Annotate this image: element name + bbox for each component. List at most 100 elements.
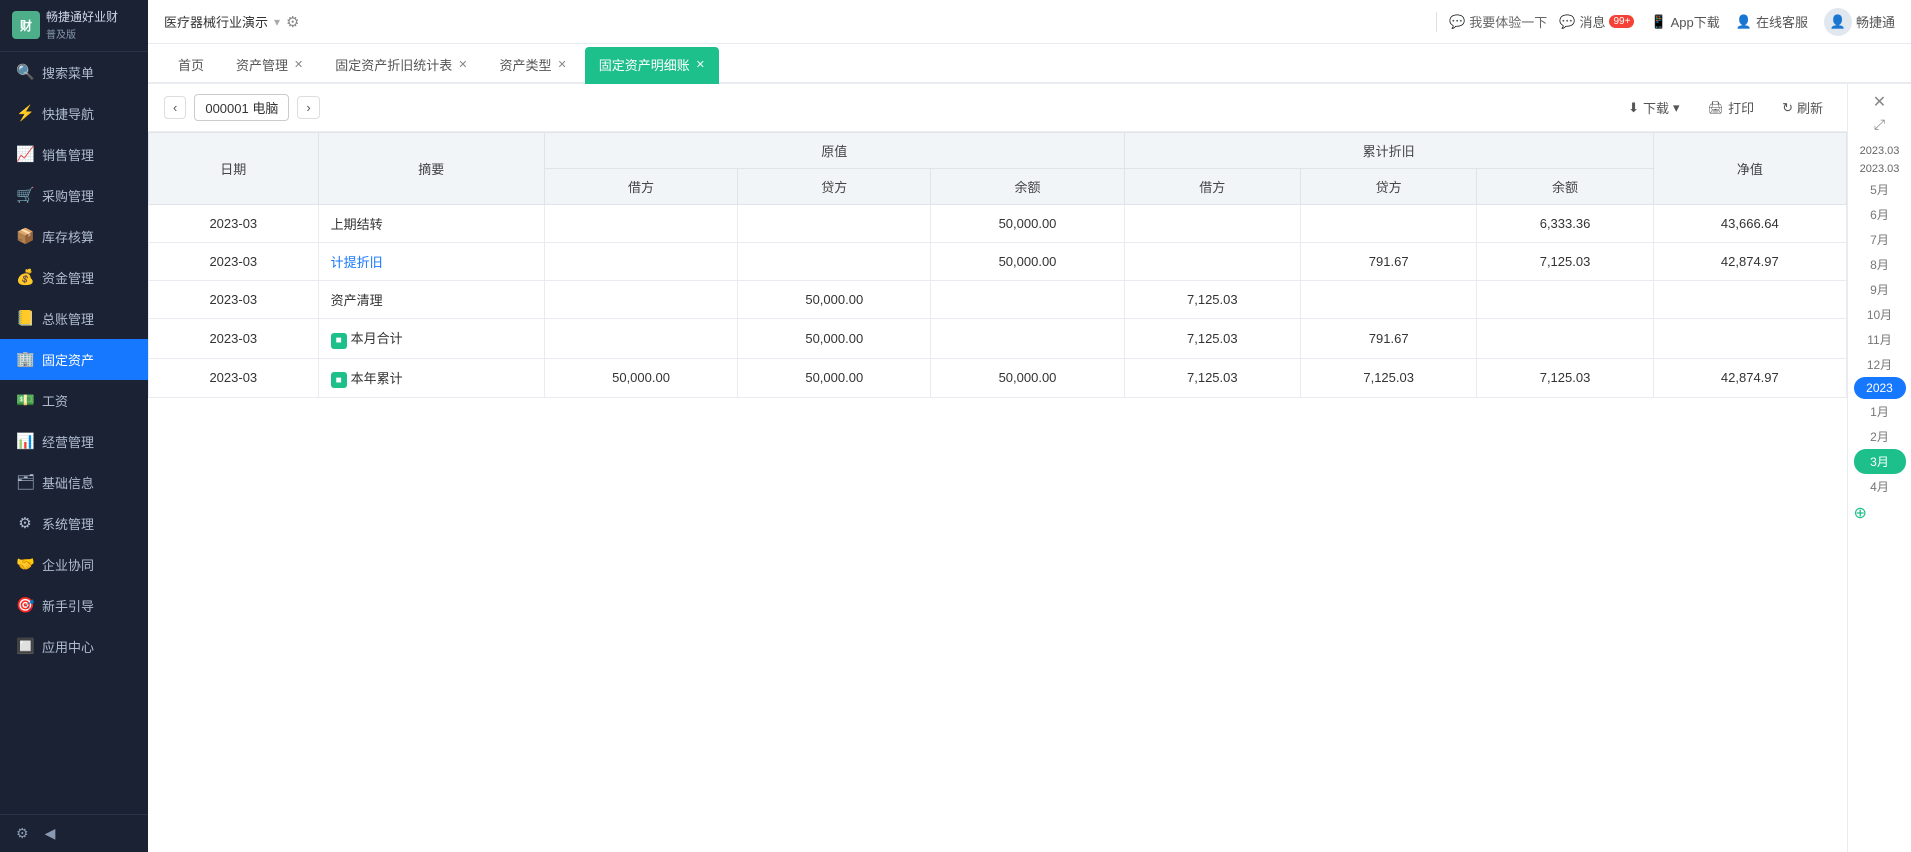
timeline-year-2023[interactable]: 2023 <box>1854 377 1906 399</box>
cell-desc: 计提折旧 <box>318 243 544 281</box>
tab-label-depreciation-stats: 固定资产折旧统计表 <box>335 55 452 74</box>
cell-ljzj-ye <box>1477 281 1653 319</box>
tab-asset-mgmt[interactable]: 资产管理✕ <box>222 47 317 84</box>
service-icon: 👤 <box>1736 14 1752 30</box>
title-chevron-icon[interactable]: ▾ <box>274 15 280 29</box>
sidebar-item-basic-info[interactable]: 🗂基础信息 <box>0 462 148 503</box>
cell-ljzj-ye: 7,125.03 <box>1477 243 1653 281</box>
download-btn[interactable]: ⬇ 下载 ▾ <box>1620 94 1687 121</box>
timeline-arrow-down[interactable]: ⊕ <box>1854 503 1906 523</box>
cell-date: 2023-03 <box>149 243 319 281</box>
timeline-month-9月[interactable]: 9月 <box>1854 277 1906 302</box>
sidebar-icon-inventory: 📦 <box>16 227 34 245</box>
cell-desc: ■本月合计 <box>318 319 544 359</box>
timeline-month-8月[interactable]: 8月 <box>1854 252 1906 277</box>
sidebar-label-capital: 资金管理 <box>42 268 94 287</box>
sidebar-label-enterprise: 企业协同 <box>42 555 94 574</box>
next-asset-btn[interactable]: › <box>297 96 319 119</box>
download-label: App下载 <box>1671 12 1720 31</box>
print-btn[interactable]: 🖨 打印 <box>1700 94 1763 121</box>
ledger-table: 日期 摘要 原值 累计折旧 净值 借方 贷方 余额 借方 贷方 余额 <box>148 132 1847 398</box>
notification-btn[interactable]: 💬 消息 99+ <box>1559 12 1634 31</box>
tab-close-asset-type[interactable]: ✕ <box>558 58 567 71</box>
topbar-title-area: 医疗器械行业演示 ▾ ⚙ <box>164 12 1424 31</box>
timeline-month-5月[interactable]: 5月 <box>1854 177 1906 202</box>
tab-depreciation-stats[interactable]: 固定资产折旧统计表 ✕ <box>321 47 481 84</box>
col-ljzj-ye: 余额 <box>1477 169 1653 205</box>
col-yz-df: 贷方 <box>738 169 931 205</box>
topbar-gear-icon[interactable]: ⚙ <box>286 13 299 31</box>
tab-close-asset-ledger[interactable]: ✕ <box>696 58 705 71</box>
download-icon: ⬇ <box>1628 100 1639 116</box>
tab-home[interactable]: 首页 <box>164 47 218 84</box>
sidebar-item-inventory[interactable]: 📦库存核算 <box>0 216 148 257</box>
asset-toolbar: ‹ 000001 电脑 › ⬇ 下载 ▾ 🖨 打印 ↻ 刷新 <box>148 84 1847 132</box>
cell-yz-ye <box>931 319 1124 359</box>
table-row: 2023-03 ■本月合计 50,000.00 7,125.03 791.67 <box>149 319 1847 359</box>
sidebar-item-sales[interactable]: 📈销售管理 <box>0 134 148 175</box>
timeline-month-2023-2月[interactable]: 2月 <box>1854 424 1906 449</box>
timeline-month-11月[interactable]: 11月 <box>1854 327 1906 352</box>
timeline-month-12月[interactable]: 12月 <box>1854 352 1906 377</box>
topbar-right: 💬 消息 99+ 📱 App下载 👤 在线客服 👤 畅捷通 <box>1559 8 1895 36</box>
cell-yz-df <box>738 243 931 281</box>
logo-icon: 财 <box>12 11 40 39</box>
cell-yz-df: 50,000.00 <box>738 319 931 359</box>
prev-asset-btn[interactable]: ‹ <box>164 96 186 119</box>
sidebar-bottom: ⚙ ◀ <box>0 814 148 852</box>
sidebar-icon-enterprise: 🤝 <box>16 555 34 573</box>
experience-btn[interactable]: 💬 我要体验一下 <box>1449 12 1547 31</box>
sidebar-item-operation[interactable]: 📊经营管理 <box>0 421 148 462</box>
sidebar-label-purchase: 采购管理 <box>42 186 94 205</box>
timeline-month-2023-4月[interactable]: 4月 <box>1854 474 1906 499</box>
sidebar-icon-quick-nav: ⚡ <box>16 104 34 122</box>
topbar-divider <box>1436 12 1437 32</box>
timeline-month-10月[interactable]: 10月 <box>1854 302 1906 327</box>
cell-ljzj-ye <box>1477 319 1653 359</box>
sidebar-item-app-center[interactable]: 🔲应用中心 <box>0 626 148 667</box>
sidebar-item-enterprise[interactable]: 🤝 企业协同 <box>0 544 148 585</box>
tab-asset-type[interactable]: 资产类型✕ <box>485 47 580 84</box>
sidebar-item-capital[interactable]: 💰资金管理 <box>0 257 148 298</box>
sidebar-label-salary: 工资 <box>42 391 68 410</box>
sidebar-item-fixed-assets[interactable]: 🏢固定资产 <box>0 339 148 380</box>
timeline-expand-icon[interactable]: ⤢ <box>1874 116 1885 133</box>
timeline-month-6月[interactable]: 6月 <box>1854 202 1906 227</box>
toolbar-right-actions: ⬇ 下载 ▾ 🖨 打印 ↻ 刷新 <box>1620 94 1831 121</box>
company-title: 医疗器械行业演示 <box>164 12 268 31</box>
sidebar-item-system[interactable]: ⚙系统管理 <box>0 503 148 544</box>
refresh-btn[interactable]: ↻ 刷新 <box>1774 94 1831 121</box>
timeline-close-icon[interactable]: ✕ <box>1873 92 1886 112</box>
service-btn[interactable]: 👤 在线客服 <box>1736 12 1808 31</box>
col-jingzhi: 净值 <box>1653 133 1846 205</box>
sidebar-item-purchase[interactable]: 🛒采购管理 <box>0 175 148 216</box>
tab-close-depreciation-stats[interactable]: ✕ <box>458 58 467 71</box>
collapse-icon[interactable]: ◀ <box>45 825 56 842</box>
sidebar-item-salary[interactable]: 💵工资 <box>0 380 148 421</box>
sidebar-item-quick-nav[interactable]: ⚡快捷导航 <box>0 93 148 134</box>
sidebar-nav: 🔍搜索菜单⚡快捷导航📈销售管理🛒采购管理📦库存核算💰资金管理📒总账管理🏢固定资产… <box>0 52 148 814</box>
download-btn[interactable]: 📱 App下载 <box>1650 12 1719 31</box>
sidebar: 财 畅捷通好业财 普及版 🔍搜索菜单⚡快捷导航📈销售管理🛒采购管理📦库存核算💰资… <box>0 0 148 852</box>
tab-asset-ledger[interactable]: 固定资产明细账✕ <box>585 47 719 84</box>
col-ljzj-df: 贷方 <box>1300 169 1476 205</box>
cell-yz-jf: 50,000.00 <box>544 358 737 398</box>
timeline-month-7月[interactable]: 7月 <box>1854 227 1906 252</box>
cell-yz-ye: 50,000.00 <box>931 205 1124 243</box>
sidebar-item-search[interactable]: 🔍搜索菜单 <box>0 52 148 93</box>
cell-yz-ye: 50,000.00 <box>931 358 1124 398</box>
tab-close-asset-mgmt[interactable]: ✕ <box>294 58 303 71</box>
refresh-icon: ↻ <box>1782 100 1793 116</box>
sidebar-item-ledger[interactable]: 📒总账管理 <box>0 298 148 339</box>
col-group-leijizheju: 累计折旧 <box>1124 133 1653 169</box>
user-area[interactable]: 👤 畅捷通 <box>1824 8 1895 36</box>
cell-ljzj-ye: 6,333.36 <box>1477 205 1653 243</box>
sidebar-icon-sales: 📈 <box>16 145 34 163</box>
timeline-month-2023-1月[interactable]: 1月 <box>1854 399 1906 424</box>
table-row: 2023-03 计提折旧 50,000.00 791.67 7,125.03 4… <box>149 243 1847 281</box>
cell-yz-jf <box>544 281 737 319</box>
cell-yz-ye: 50,000.00 <box>931 243 1124 281</box>
timeline-month-2023-3月[interactable]: 3月 <box>1854 449 1906 474</box>
settings-icon[interactable]: ⚙ <box>16 825 29 842</box>
sidebar-item-guide[interactable]: 🎯新手引导 <box>0 585 148 626</box>
